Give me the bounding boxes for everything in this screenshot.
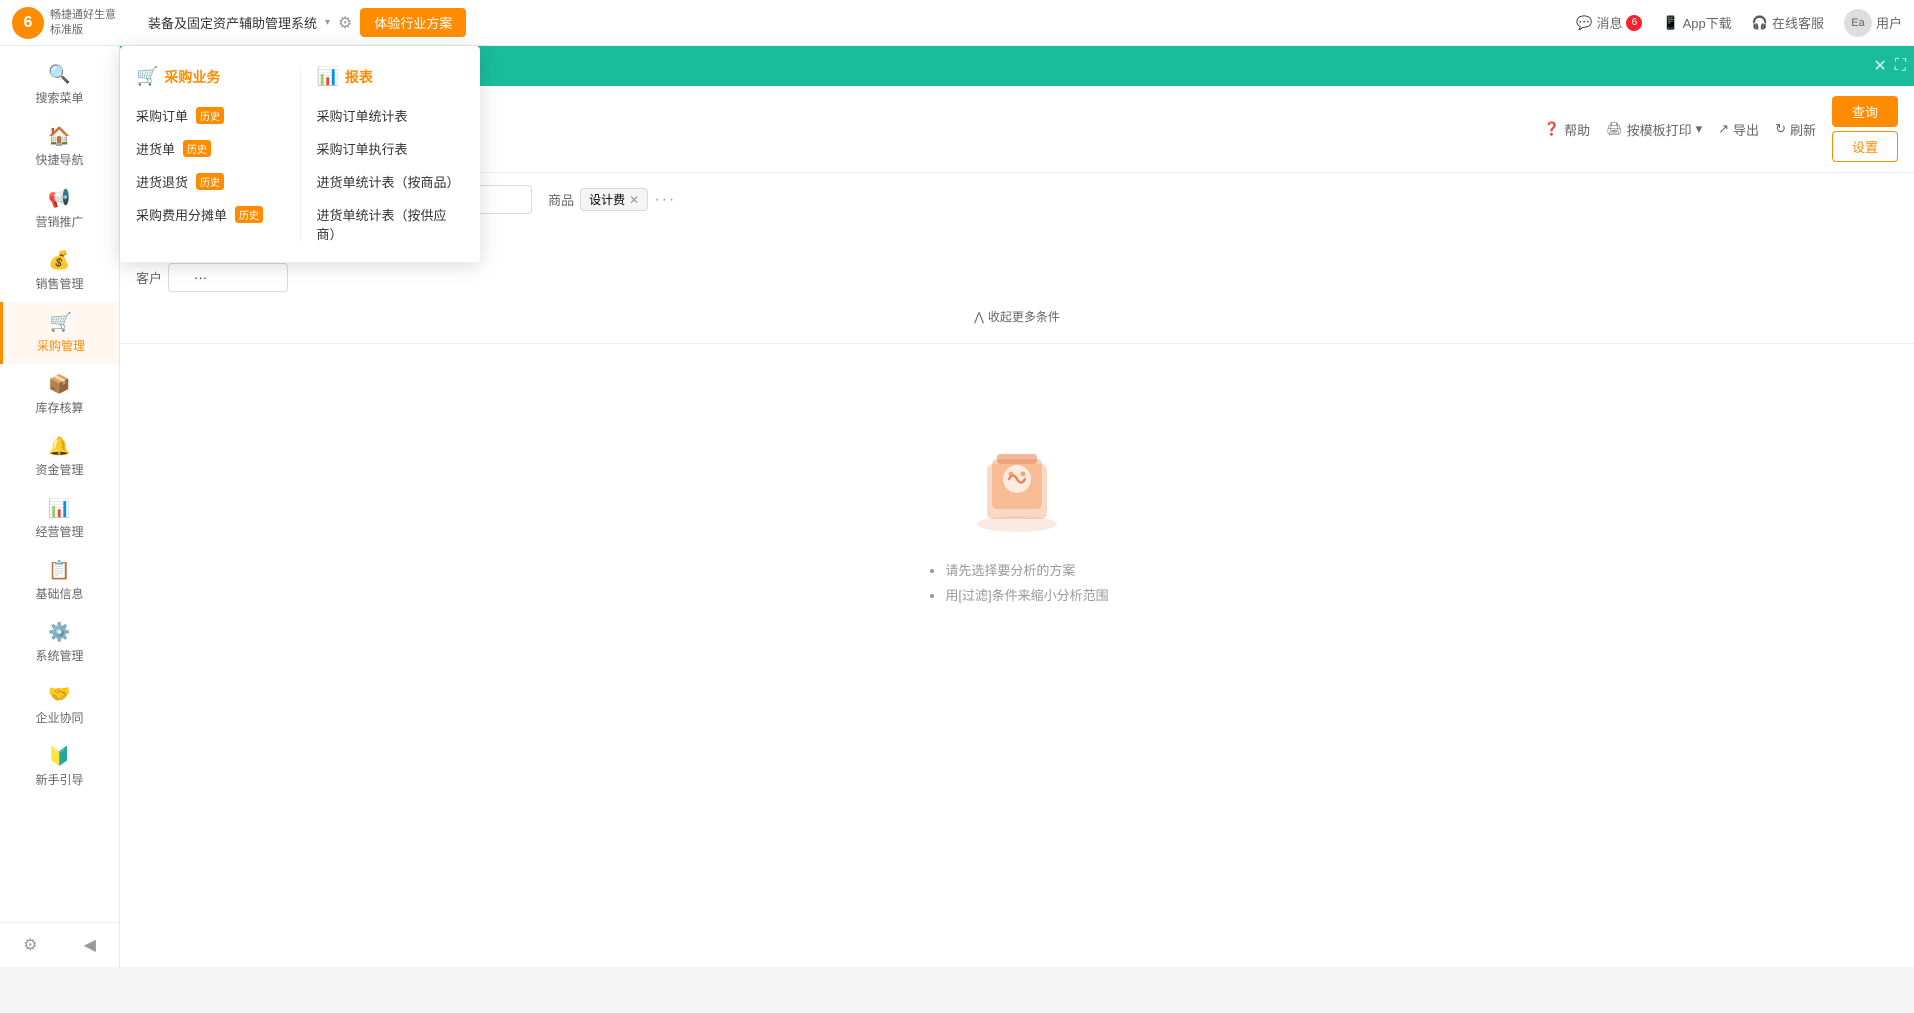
goods-ellipsis-btn[interactable]: ···: [654, 191, 676, 209]
dropdown-col-purchase-title: 🛒 采购业务: [136, 58, 284, 95]
dropdown-item-report-stock-by-supplier[interactable]: 进货单统计表（按供应商）: [317, 198, 465, 250]
guide-icon: 🔰: [48, 746, 72, 767]
print-action[interactable]: 🖨 按模板打印 ▾: [1606, 120, 1702, 139]
inventory-icon: 📦: [48, 374, 72, 395]
history-badge-stock-in: 历史: [183, 140, 211, 157]
sidebar-item-sales[interactable]: 💰 销售管理: [0, 240, 119, 302]
print-dropdown-arrow[interactable]: ▾: [1696, 121, 1703, 137]
purchase-icon: 🛒: [49, 312, 73, 333]
goods-filter: 商品 设计费 ✕ ···: [548, 188, 676, 211]
goods-label: 商品: [548, 190, 574, 209]
tab-close-all-icon[interactable]: ✕: [1873, 56, 1886, 76]
phone-icon: 📱: [1662, 15, 1678, 31]
settings-button[interactable]: 设置: [1832, 131, 1898, 162]
dropdown-col-report: 📊 报表 采购订单统计表 采购订单执行表 进货单统计表（按商品） 进货单统计表（…: [301, 58, 481, 250]
operations-icon: 📊: [48, 498, 72, 519]
dropdown-item-purchase-stock-in[interactable]: 进货单 历史: [136, 132, 284, 165]
sidebar-item-marketing[interactable]: 📢 营销推广: [0, 178, 119, 240]
finance-icon: 🔔: [48, 436, 72, 457]
refresh-icon: ↻: [1775, 121, 1786, 137]
empty-state: 请先选择要分析的方案 用[过滤]条件来缩小分析范围: [120, 344, 1914, 684]
sidebar-item-system[interactable]: ⚙️ 系统管理: [0, 612, 119, 674]
customer-select[interactable]: ···: [168, 263, 288, 292]
dropdown-col-report-title: 📊 报表: [317, 58, 465, 95]
home-icon: 🏠: [48, 126, 72, 147]
basic-info-icon: 📋: [48, 560, 72, 581]
dropdown-item-report-stock-by-goods[interactable]: 进货单统计表（按商品）: [317, 165, 465, 198]
help-icon: ❓: [1544, 121, 1560, 137]
app-download-item[interactable]: 📱 App下载: [1662, 13, 1731, 32]
collapse-icon: ⋀: [974, 310, 984, 324]
logo-text: 畅捷通好生意 标准版: [50, 8, 116, 37]
system-icon: ⚙️: [48, 622, 72, 643]
logo: 6 畅捷通好生意 标准版: [12, 7, 132, 39]
dropdown-item-purchase-expense[interactable]: 采购费用分摊单 历史: [136, 198, 284, 231]
sidebar-item-guide[interactable]: 🔰 新手引导: [0, 736, 119, 798]
empty-tip-1: 请先选择要分析的方案: [945, 560, 1108, 579]
message-icon: 💬: [1576, 15, 1592, 31]
collapse-button[interactable]: ⋀ 收起更多条件: [136, 302, 1898, 331]
sidebar-item-operations[interactable]: 📊 经营管理: [0, 488, 119, 550]
customer-ellipsis[interactable]: ···: [194, 270, 207, 285]
refresh-action[interactable]: ↻ 刷新: [1775, 120, 1816, 139]
goods-tag: 设计费 ✕: [580, 188, 648, 211]
user-item[interactable]: Ea 用户: [1844, 9, 1902, 37]
marketing-icon: 📢: [48, 188, 72, 209]
report-col-icon: 📊: [317, 66, 339, 87]
logo-icon: 6: [12, 7, 44, 39]
industry-button[interactable]: 体验行业方案: [360, 8, 466, 37]
sidebar-item-quick-nav[interactable]: 🏠 快捷导航: [0, 116, 119, 178]
message-badge: 6: [1626, 15, 1642, 31]
purchase-dropdown-menu: 🛒 采购业务 采购订单 历史 进货单 历史 进货退货 历史 采购费用分摊单 历史: [120, 46, 480, 262]
dropdown-item-purchase-order[interactable]: 采购订单 历史: [136, 99, 284, 132]
history-badge-return: 历史: [196, 173, 224, 190]
sidebar-item-inventory[interactable]: 📦 库存核算: [0, 364, 119, 426]
customer-filter: 客户 ···: [136, 263, 288, 292]
query-button[interactable]: 查询: [1832, 96, 1898, 127]
empty-illustration: [957, 424, 1077, 544]
topbar: 6 畅捷通好生意 标准版 装备及固定资产辅助管理系统 ▾ ⚙ 体验行业方案 💬 …: [0, 0, 1914, 46]
sidebar-bottom: ⚙ ◀: [0, 922, 119, 967]
history-badge-expense: 历史: [235, 206, 263, 223]
sidebar-item-search[interactable]: 🔍 搜索菜单: [0, 54, 119, 116]
topbar-right: 💬 消息 6 📱 App下载 🎧 在线客服 Ea 用户: [1576, 9, 1902, 37]
empty-tips: 请先选择要分析的方案 用[过滤]条件来缩小分析范围: [925, 560, 1108, 604]
settings-icon[interactable]: ⚙: [338, 13, 352, 33]
tabbar-right: ✕ ⛶: [1873, 56, 1906, 76]
online-service-item[interactable]: 🎧 在线客服: [1752, 13, 1824, 32]
history-badge-purchase-order: 历史: [196, 107, 224, 124]
tab-fullscreen-icon[interactable]: ⛶: [1895, 57, 1906, 75]
sidebar-item-enterprise[interactable]: 🤝 企业协同: [0, 674, 119, 736]
export-action[interactable]: ↗ 导出: [1718, 120, 1759, 139]
messages-item[interactable]: 💬 消息 6: [1576, 13, 1642, 32]
sidebar: 🔍 搜索菜单 🏠 快捷导航 📢 营销推广 💰 销售管理 🛒 采购管理 📦 库存核…: [0, 46, 120, 967]
search-icon: 🔍: [48, 64, 72, 85]
enterprise-icon: 🤝: [48, 684, 72, 705]
help-action[interactable]: ❓ 帮助: [1544, 120, 1590, 139]
empty-tip-2: 用[过滤]条件来缩小分析范围: [945, 585, 1108, 604]
customer-label: 客户: [136, 268, 162, 287]
dropdown-col-purchase: 🛒 采购业务 采购订单 历史 进货单 历史 进货退货 历史 采购费用分摊单 历史: [120, 58, 300, 250]
dropdown-item-report-order-exec[interactable]: 采购订单执行表: [317, 132, 465, 165]
dropdown-columns: 🛒 采购业务 采购订单 历史 进货单 历史 进货退货 历史 采购费用分摊单 历史: [120, 58, 480, 250]
dropdown-item-report-order-stat[interactable]: 采购订单统计表: [317, 99, 465, 132]
sales-icon: 💰: [48, 250, 72, 271]
print-icon: 🖨: [1606, 121, 1623, 137]
goods-tag-close[interactable]: ✕: [629, 193, 639, 207]
filter-row-3: 客户 ···: [136, 263, 1898, 292]
bottom-collapse-icon[interactable]: ◀: [84, 935, 96, 955]
system-dropdown-arrow[interactable]: ▾: [325, 17, 330, 28]
sidebar-item-purchase[interactable]: 🛒 采购管理: [0, 302, 119, 364]
purchase-col-icon: 🛒: [136, 66, 158, 87]
bottom-settings-icon[interactable]: ⚙: [23, 935, 37, 955]
topbar-center: 装备及固定资产辅助管理系统 ▾ ⚙ 体验行业方案: [132, 8, 1576, 37]
headset-icon: 🎧: [1752, 15, 1768, 31]
dropdown-item-purchase-return[interactable]: 进货退货 历史: [136, 165, 284, 198]
avatar: Ea: [1844, 9, 1872, 37]
system-name: 装备及固定资产辅助管理系统: [148, 13, 317, 32]
export-icon: ↗: [1718, 121, 1729, 137]
sidebar-item-finance[interactable]: 🔔 资金管理: [0, 426, 119, 488]
sidebar-item-basic-info[interactable]: 📋 基础信息: [0, 550, 119, 612]
